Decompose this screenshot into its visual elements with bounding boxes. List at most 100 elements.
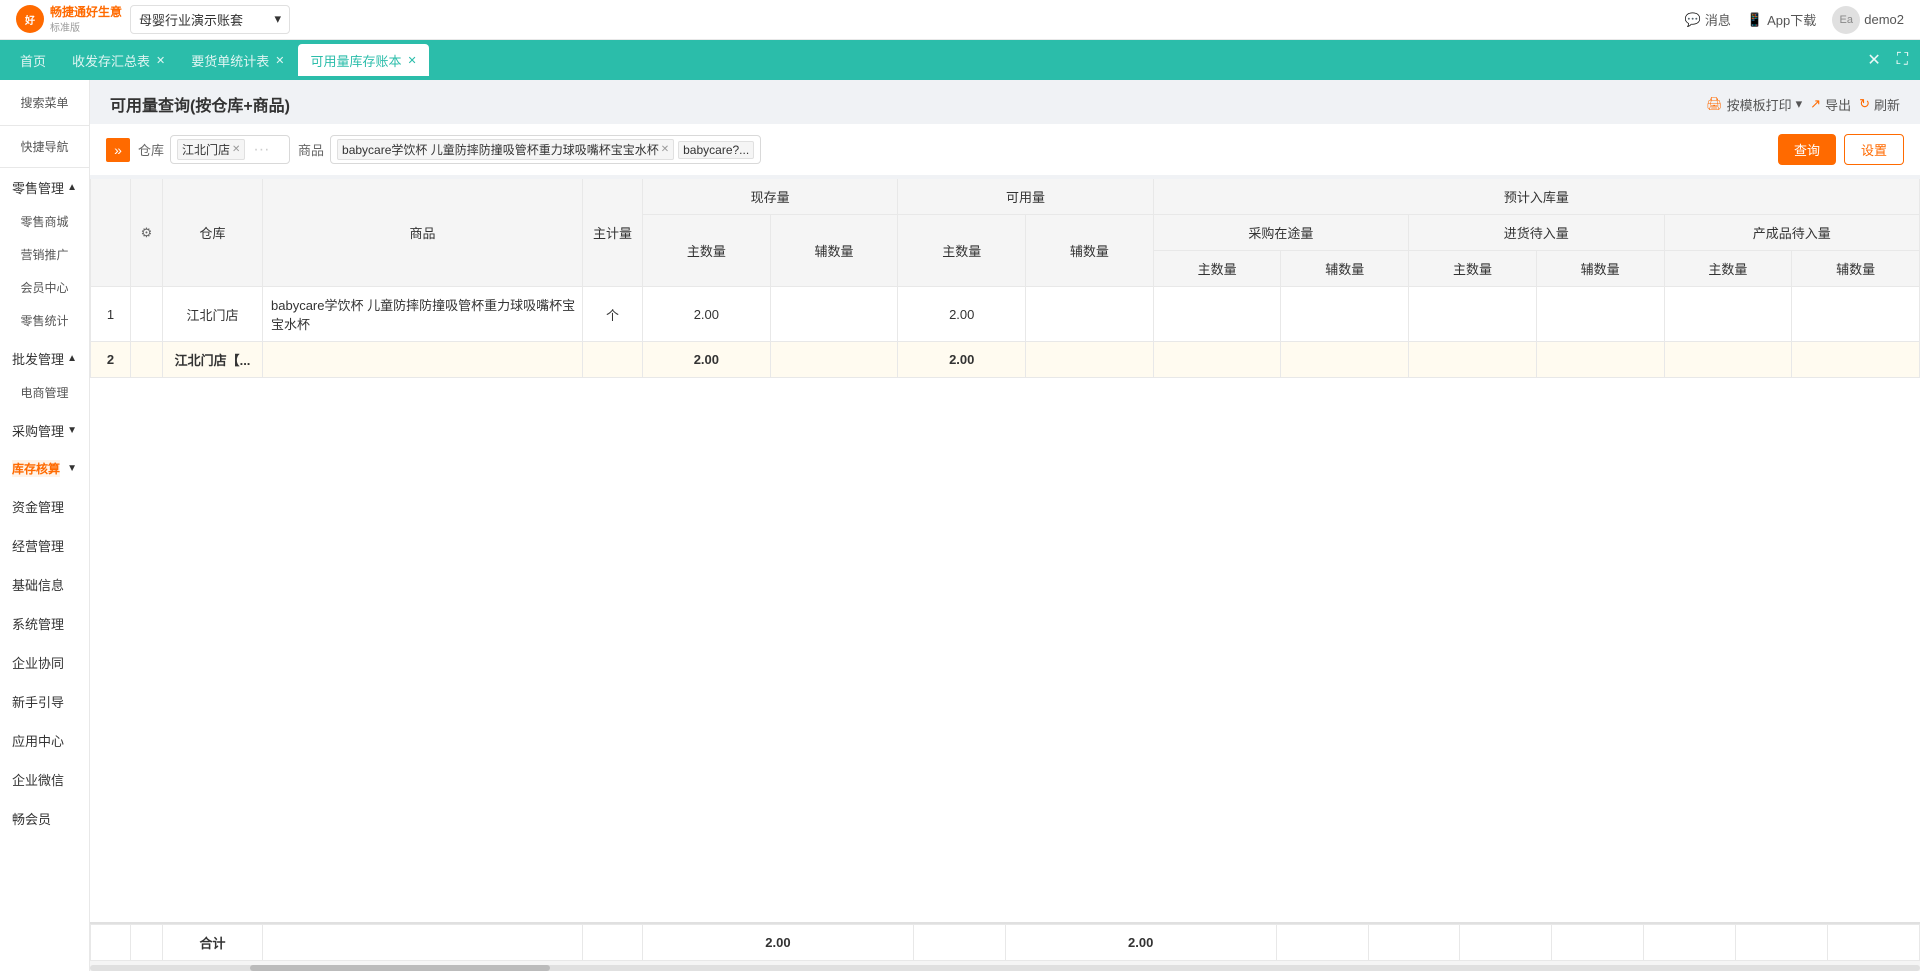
sidebar-basic-header[interactable]: 基础信息: [0, 567, 89, 602]
page-actions: 🖨 按模板打印 ▾ ↗ 导出 ↻ 刷新: [1706, 95, 1900, 114]
tab-order-close-icon[interactable]: ✕: [275, 54, 284, 67]
sidebar-item-retail-stats[interactable]: 零售统计: [0, 304, 89, 337]
sidebar-inventory-header[interactable]: 库存核算 ▼: [0, 452, 89, 485]
warehouse-input[interactable]: 江北门店 ✕ ···: [170, 135, 290, 164]
top-bar-left: 好 畅捷通好生意 标准版 母婴行业演示账套 ▾: [16, 5, 290, 34]
setting-button[interactable]: 设置: [1844, 134, 1904, 165]
top-bar-right: 💬 消息 📱 App下载 Ea demo2: [1685, 6, 1904, 34]
col-rownum: [91, 179, 131, 287]
user-menu[interactable]: Ea demo2: [1832, 6, 1904, 34]
subtotal-purchase-sub: [1281, 342, 1409, 378]
sidebar-system-header[interactable]: 系统管理: [0, 606, 89, 641]
warehouse-tag-close-icon[interactable]: ✕: [232, 144, 240, 155]
filter-warehouse-group: 仓库 江北门店 ✕ ···: [138, 135, 290, 164]
export-button[interactable]: ↗ 导出: [1810, 95, 1851, 114]
horizontal-scrollbar[interactable]: [90, 961, 1920, 971]
sidebar-item-members[interactable]: 会员中心: [0, 271, 89, 304]
total-stock-main: 2.00: [643, 925, 914, 961]
app-label: App下载: [1767, 10, 1816, 29]
avatar: Ea: [1832, 6, 1860, 34]
sidebar-retail-caret-icon: ▲: [67, 182, 77, 193]
sidebar-inventory-label[interactable]: 库存核算: [12, 460, 60, 477]
logo-text: 畅捷通好生意: [50, 5, 122, 19]
sidebar-item-retail-mall[interactable]: 零售商城: [0, 205, 89, 238]
sidebar-item-marketing[interactable]: 营销推广: [0, 238, 89, 271]
print-button[interactable]: 🖨 按模板打印 ▾: [1706, 95, 1802, 114]
sidebar-item-ecommerce[interactable]: 电商管理: [0, 376, 89, 409]
sidebar-ops-header[interactable]: 经营管理: [0, 528, 89, 563]
sidebar-section-wholesale: 批发管理 ▲ 电商管理: [0, 339, 89, 411]
sidebar-basic-label: 基础信息: [12, 575, 64, 594]
cell-rownum: 1: [91, 287, 131, 342]
warehouse-label: 仓库: [138, 140, 164, 159]
filter-expand-button[interactable]: »: [106, 138, 130, 162]
sidebar-section-collab: 企业协同: [0, 643, 89, 682]
total-row: 合计 2.00 2.00: [91, 925, 1920, 961]
col-production-group: 产成品待入量: [1664, 215, 1920, 251]
logo-sub: 标准版: [50, 19, 122, 34]
col-forecast-group: 预计入库量: [1153, 179, 1919, 215]
message-button[interactable]: 💬 消息: [1685, 10, 1731, 29]
sidebar-ops-label: 经营管理: [12, 536, 64, 555]
sidebar-purchase-caret-icon: ▼: [67, 425, 77, 436]
scrollbar-track: [90, 965, 1920, 971]
col-purchase-sub: 辅数量: [1281, 251, 1409, 287]
sidebar-appstore-header[interactable]: 应用中心: [0, 723, 89, 758]
sidebar-wholesale-header[interactable]: 批发管理 ▲: [0, 341, 89, 376]
close-all-tabs-button[interactable]: ✕: [1863, 46, 1884, 74]
cell-settings: [131, 287, 163, 342]
sidebar-section-basic: 基础信息: [0, 565, 89, 604]
tab-receive[interactable]: 收发存汇总表 ✕: [60, 44, 177, 76]
sidebar-member-header[interactable]: 畅会员: [0, 801, 89, 836]
col-product: 商品: [263, 179, 583, 287]
sidebar-wechat-label: 企业微信: [12, 770, 64, 789]
total-stock-sub: [913, 925, 1005, 961]
total-footer: 合计 2.00 2.00: [90, 922, 1920, 961]
warehouse-more-icon[interactable]: ···: [249, 141, 273, 159]
refresh-icon: ↻: [1859, 96, 1870, 112]
fullscreen-button[interactable]: ⛶: [1893, 47, 1912, 73]
tenant-select[interactable]: 母婴行业演示账套 ▾: [130, 5, 290, 34]
product-input[interactable]: babycare学饮杯 儿童防摔防撞吸管杯重力球吸嘴杯宝宝水杯 ✕ babyca…: [330, 135, 761, 164]
app-download-button[interactable]: 📱 App下载: [1747, 10, 1816, 29]
sidebar-section-system: 系统管理: [0, 604, 89, 643]
sidebar-retail-header[interactable]: 零售管理 ▲: [0, 170, 89, 205]
product-tag2-text: babycare?...: [683, 143, 749, 157]
search-menu-button[interactable]: 搜索菜单: [8, 88, 81, 117]
column-settings-icon[interactable]: ⚙: [141, 225, 153, 240]
col-production-main: 主数量: [1664, 251, 1792, 287]
refresh-button[interactable]: ↻ 刷新: [1859, 95, 1900, 114]
tab-available[interactable]: 可用量库存账本 ✕: [298, 44, 428, 76]
tab-available-close-icon[interactable]: ✕: [408, 54, 417, 67]
cell-stock-main: 2.00: [643, 287, 771, 342]
sidebar-collab-header[interactable]: 企业协同: [0, 645, 89, 680]
sidebar-appstore-label: 应用中心: [12, 731, 64, 750]
message-label: 消息: [1705, 10, 1731, 29]
logo-icon: 好: [16, 5, 44, 33]
sidebar-wechat-header[interactable]: 企业微信: [0, 762, 89, 797]
tenant-caret-icon: ▾: [274, 11, 281, 27]
tab-order-label: 要货单统计表: [191, 51, 269, 70]
sidebar-finance-header[interactable]: 资金管理: [0, 489, 89, 524]
page-header: 可用量查询(按仓库+商品) 🖨 按模板打印 ▾ ↗ 导出 ↻ 刷新: [90, 80, 1920, 124]
cell-purchase-main: [1153, 287, 1281, 342]
tab-receive-close-icon[interactable]: ✕: [156, 54, 165, 67]
sidebar-purchase-header[interactable]: 采购管理 ▼: [0, 413, 89, 448]
message-icon: 💬: [1685, 12, 1701, 28]
username: demo2: [1864, 12, 1904, 27]
tab-order[interactable]: 要货单统计表 ✕: [179, 44, 296, 76]
sidebar-item-quick-nav[interactable]: 快捷导航: [0, 130, 89, 163]
table-row: 1 江北门店 babycare学饮杯 儿童防摔防撞吸管杯重力球吸嘴杯宝宝水杯 个…: [91, 287, 1920, 342]
logo-area: 好 畅捷通好生意 标准版: [16, 5, 122, 34]
filter-area: » 仓库 江北门店 ✕ ··· 商品 babycare学饮杯 儿童防摔防撞吸管杯…: [90, 124, 1920, 175]
sidebar-section-member: 畅会员: [0, 799, 89, 838]
cell-available-sub: [1026, 287, 1154, 342]
sidebar-guide-header[interactable]: 新手引导: [0, 684, 89, 719]
total-purchase-sub: [1460, 925, 1552, 961]
scrollbar-thumb[interactable]: [250, 965, 550, 971]
product-tag-close-icon[interactable]: ✕: [661, 144, 669, 155]
query-button[interactable]: 查询: [1778, 134, 1836, 165]
product-tag-babycare2: babycare?...: [678, 141, 754, 159]
tab-home[interactable]: 首页: [8, 44, 58, 76]
total-product: [263, 925, 583, 961]
